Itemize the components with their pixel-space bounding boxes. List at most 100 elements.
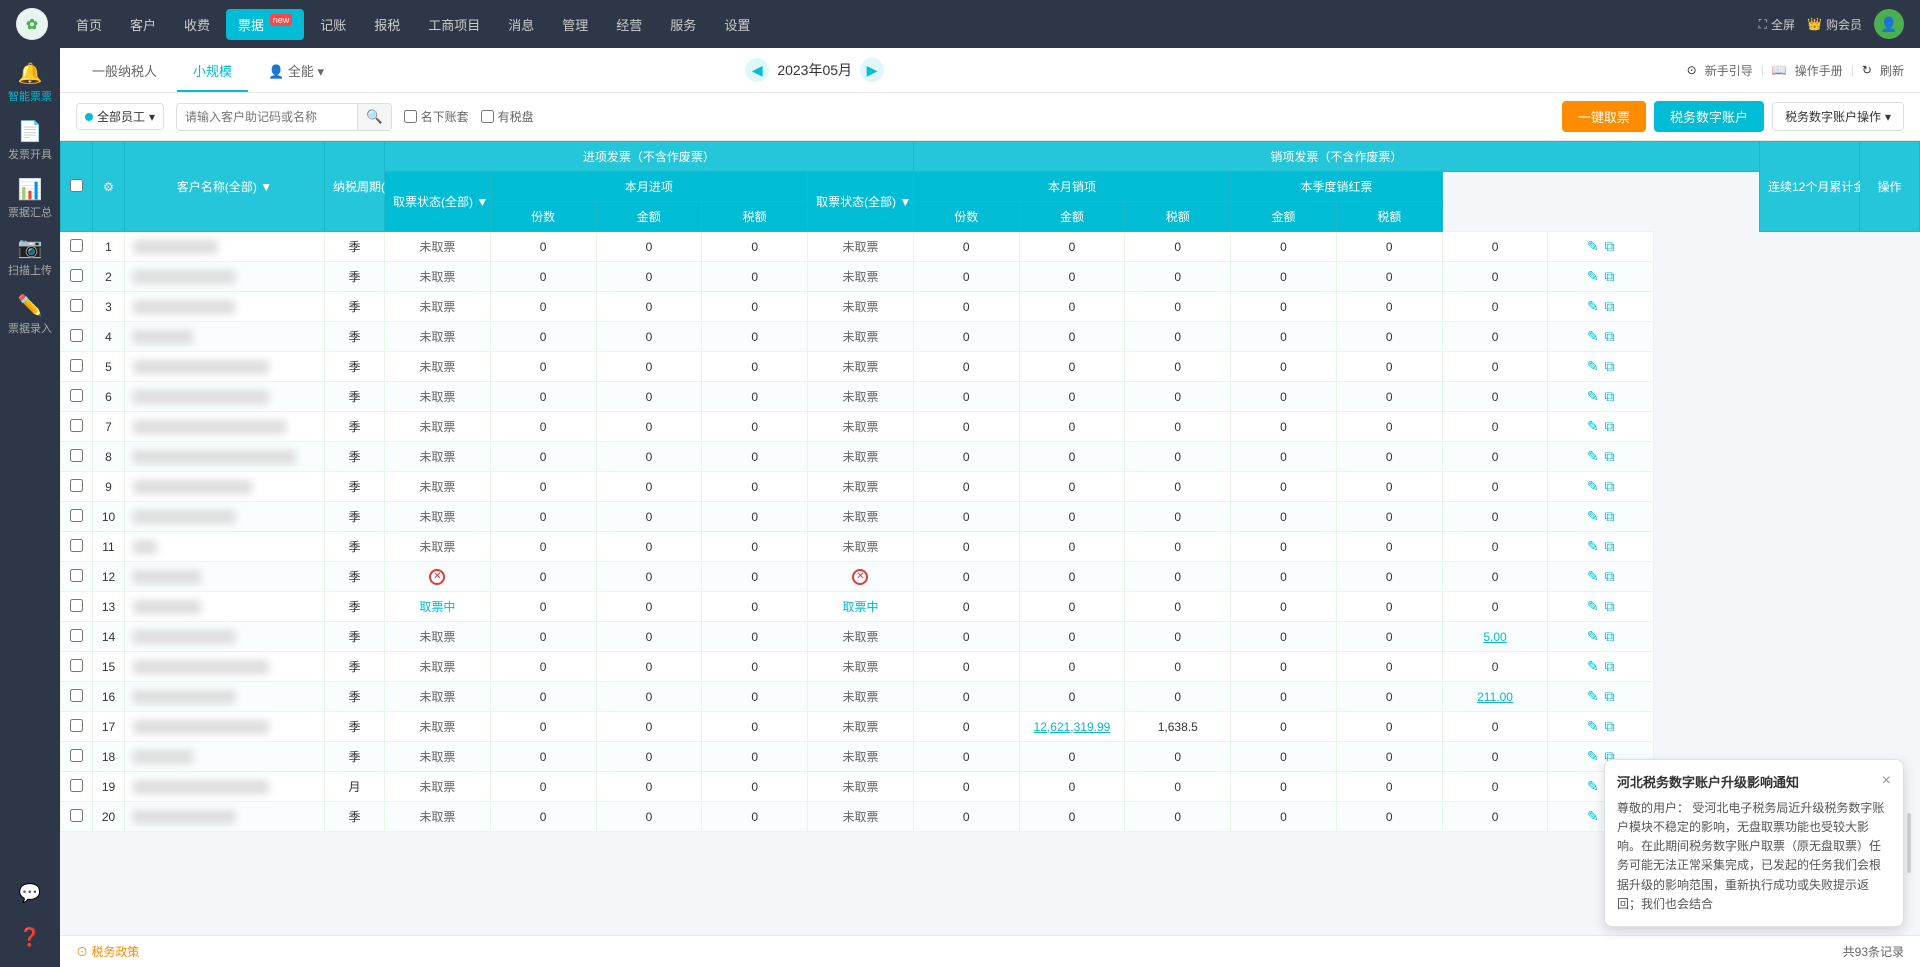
sidebar-item-scan-upload[interactable]: 📷 扫描上传	[4, 230, 56, 286]
row-out-status[interactable]: 未取票	[808, 652, 914, 682]
search-button[interactable]: 🔍	[357, 104, 391, 130]
row-name[interactable]: ████████████████	[125, 712, 325, 742]
row-in-status[interactable]: 未取票	[385, 802, 491, 832]
edit-ops-icon[interactable]: ✎	[1587, 508, 1599, 525]
copy-ops-icon[interactable]: ⧉	[1605, 448, 1615, 465]
edit-ops-icon[interactable]: ✎	[1587, 388, 1599, 405]
continuous-link[interactable]: 5.00	[1483, 630, 1506, 644]
row-out-status[interactable]: 未取票	[808, 262, 914, 292]
row-in-status[interactable]: 未取票	[385, 472, 491, 502]
copy-ops-icon[interactable]: ⧉	[1605, 658, 1615, 675]
row-in-status[interactable]: 未取票	[385, 502, 491, 532]
row-checkbox-cell[interactable]	[61, 622, 93, 652]
my-accounts-checkbox[interactable]	[404, 110, 417, 123]
row-name[interactable]: ████████████	[125, 292, 325, 322]
edit-ops-icon[interactable]: ✎	[1587, 748, 1599, 765]
row-checkbox-cell[interactable]	[61, 652, 93, 682]
row-checkbox[interactable]	[70, 539, 83, 552]
nav-service[interactable]: 服务	[658, 9, 708, 40]
avatar[interactable]: 👤	[1874, 9, 1904, 39]
copy-ops-icon[interactable]: ⧉	[1605, 358, 1615, 375]
search-input[interactable]	[177, 105, 357, 129]
th-check[interactable]	[61, 142, 93, 232]
row-checkbox[interactable]	[70, 719, 83, 732]
edit-ops-icon[interactable]: ✎	[1587, 658, 1599, 675]
edit-ops-icon[interactable]: ✎	[1587, 778, 1599, 795]
edit-ops-icon[interactable]: ✎	[1587, 268, 1599, 285]
edit-ops-icon[interactable]: ✎	[1587, 358, 1599, 375]
row-checkbox[interactable]	[70, 479, 83, 492]
next-month-btn[interactable]: ▶	[860, 58, 884, 82]
edit-ops-icon[interactable]: ✎	[1587, 238, 1599, 255]
row-name[interactable]: ███████	[125, 742, 325, 772]
row-checkbox-cell[interactable]	[61, 682, 93, 712]
row-out-status[interactable]: 未取票	[808, 382, 914, 412]
row-out-status[interactable]: 未取票	[808, 502, 914, 532]
row-checkbox[interactable]	[70, 809, 83, 822]
refresh-btn[interactable]: 刷新	[1880, 62, 1904, 79]
row-in-status[interactable]: 未取票	[385, 322, 491, 352]
edit-ops-icon[interactable]: ✎	[1587, 808, 1599, 825]
nav-tax[interactable]: 报税	[362, 9, 412, 40]
row-checkbox[interactable]	[70, 389, 83, 402]
copy-ops-icon[interactable]: ⧉	[1605, 568, 1615, 585]
row-ops[interactable]: ✎ ⧉	[1548, 442, 1654, 472]
row-out-status[interactable]: 未取票	[808, 682, 914, 712]
row-checkbox-cell[interactable]	[61, 382, 93, 412]
scroll-indicator[interactable]	[1907, 813, 1911, 873]
row-in-status[interactable]: 未取票	[385, 262, 491, 292]
row-name[interactable]: ████████████████	[125, 772, 325, 802]
row-checkbox[interactable]	[70, 359, 83, 372]
row-checkbox[interactable]	[70, 329, 83, 342]
row-name[interactable]: ████████████	[125, 262, 325, 292]
row-checkbox[interactable]	[70, 269, 83, 282]
th-in-status[interactable]: 取票状态(全部) ▼	[385, 172, 491, 232]
nav-home[interactable]: 首页	[64, 9, 114, 40]
row-in-status[interactable]: ✕	[385, 562, 491, 592]
nav-accounting[interactable]: 记账	[308, 9, 358, 40]
tax-policy-btn[interactable]: ⊙ 税务政策	[76, 943, 139, 960]
edit-ops-icon[interactable]: ✎	[1587, 298, 1599, 315]
row-out-status[interactable]: 未取票	[808, 352, 914, 382]
row-name[interactable]: ████████████████	[125, 352, 325, 382]
row-checkbox-cell[interactable]	[61, 772, 93, 802]
row-out-status[interactable]: 未取票	[808, 772, 914, 802]
row-checkbox-cell[interactable]	[61, 352, 93, 382]
row-checkbox-cell[interactable]	[61, 532, 93, 562]
nav-message[interactable]: 消息	[496, 9, 546, 40]
row-out-status[interactable]: 未取票	[808, 292, 914, 322]
row-out-status[interactable]: 未取票	[808, 532, 914, 562]
nav-settings[interactable]: 设置	[712, 9, 762, 40]
edit-ops-icon[interactable]: ✎	[1587, 538, 1599, 555]
th-name[interactable]: 客户名称(全部) ▼	[125, 142, 325, 232]
row-out-status[interactable]: 未取票	[808, 802, 914, 832]
employee-filter[interactable]: 全部员工 ▾	[76, 103, 164, 130]
row-ops[interactable]: ✎ ⧉	[1548, 472, 1654, 502]
row-checkbox[interactable]	[70, 239, 83, 252]
row-checkbox[interactable]	[70, 599, 83, 612]
manual-btn[interactable]: 操作手册	[1795, 62, 1843, 79]
edit-ops-icon[interactable]: ✎	[1587, 718, 1599, 735]
row-checkbox-cell[interactable]	[61, 712, 93, 742]
row-ops[interactable]: ✎ ⧉	[1548, 352, 1654, 382]
sidebar-item-invoice-entry[interactable]: ✏️ 票据录入	[4, 288, 56, 344]
row-checkbox[interactable]	[70, 689, 83, 702]
row-name[interactable]: ████████████	[125, 802, 325, 832]
my-accounts-filter[interactable]: 名下账套	[404, 108, 469, 125]
row-checkbox[interactable]	[70, 449, 83, 462]
sidebar-help-icon[interactable]: ❓	[12, 919, 48, 955]
copy-ops-icon[interactable]: ⧉	[1605, 238, 1615, 255]
row-name[interactable]: ████████	[125, 562, 325, 592]
row-name[interactable]: ██e	[125, 532, 325, 562]
row-out-status[interactable]: 未取票	[808, 712, 914, 742]
row-name[interactable]: ████████████	[125, 502, 325, 532]
edit-ops-icon[interactable]: ✎	[1587, 688, 1599, 705]
row-name[interactable]: ████████	[125, 592, 325, 622]
row-checkbox-cell[interactable]	[61, 562, 93, 592]
copy-ops-icon[interactable]: ⧉	[1605, 298, 1615, 315]
copy-ops-icon[interactable]: ⧉	[1605, 418, 1615, 435]
row-checkbox-cell[interactable]	[61, 292, 93, 322]
row-in-status[interactable]: 未取票	[385, 292, 491, 322]
row-name[interactable]: ██████████	[125, 232, 325, 262]
row-name[interactable]: ████████████████	[125, 652, 325, 682]
